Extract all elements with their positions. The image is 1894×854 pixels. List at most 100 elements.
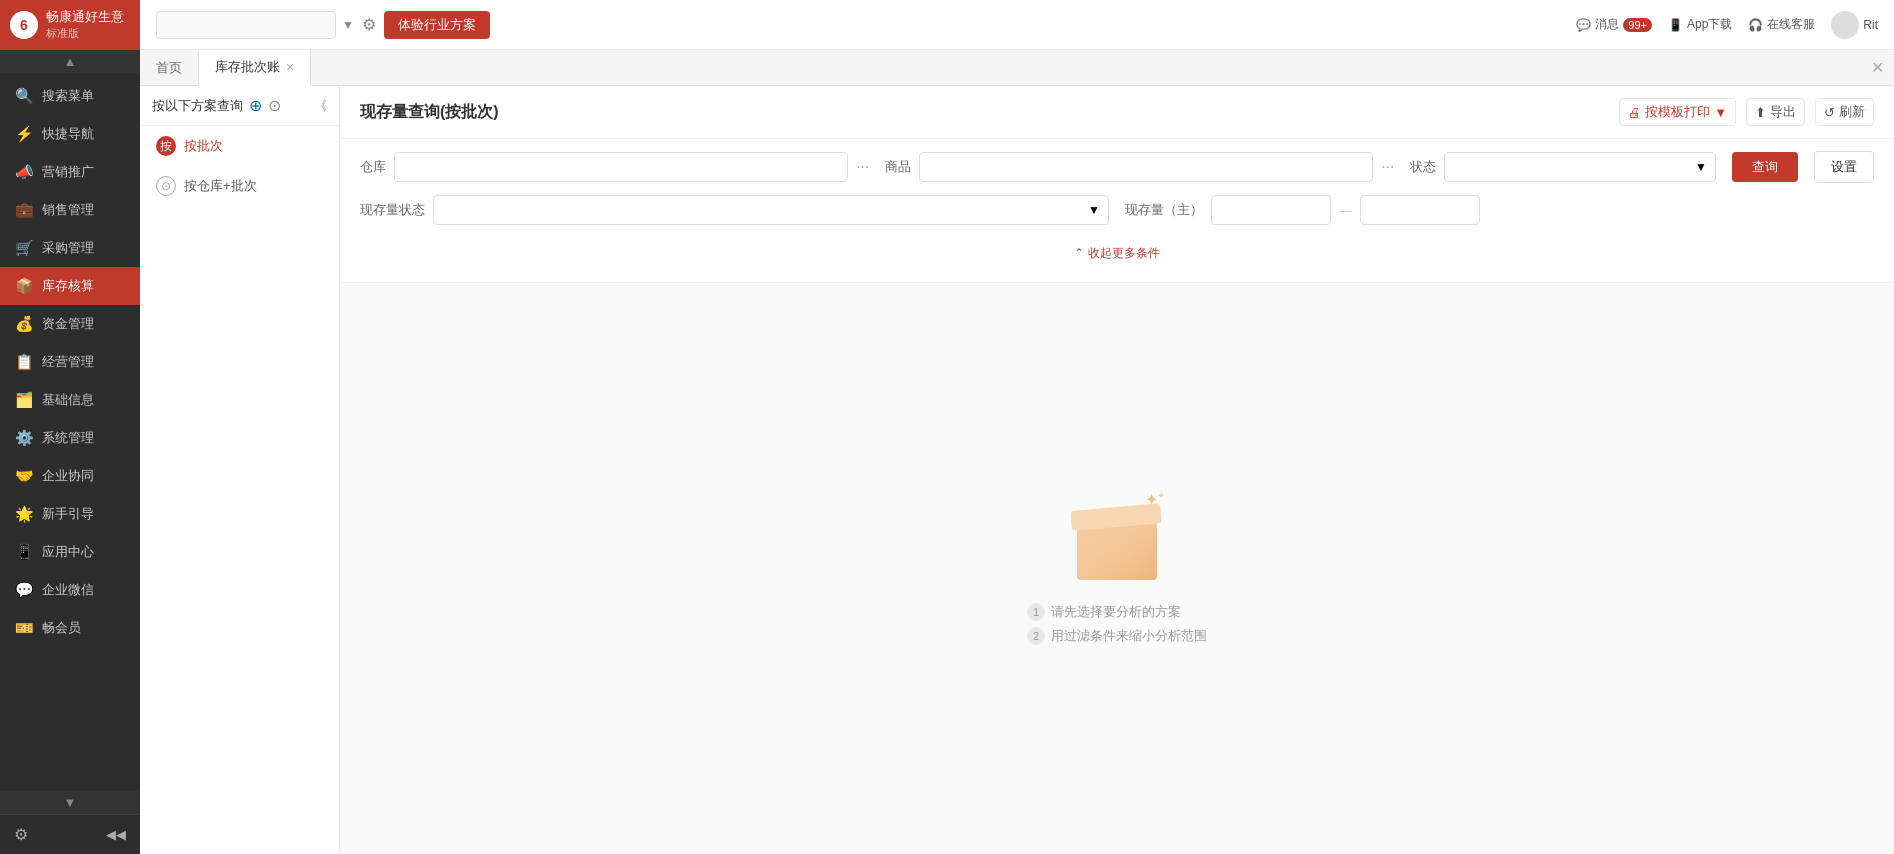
app-title: 畅康通好生意: [46, 9, 124, 26]
sidebar-label-sales: 销售管理: [42, 201, 94, 219]
message-icon: 💬: [1576, 18, 1591, 32]
sidebar-header: 6 畅康通好生意 标准版: [0, 0, 140, 50]
sidebar-item-inventory[interactable]: 📦 库存核算: [0, 267, 140, 305]
left-panel-title: 按以下方案查询: [152, 97, 243, 115]
guide-icon: 🌟: [14, 505, 34, 523]
sidebar-item-member[interactable]: 🎫 畅会员: [0, 609, 140, 647]
warehouse-more-icon[interactable]: ···: [856, 158, 869, 176]
page-actions: 🖨 按模板打印 ▼ ⬆ 导出 ↺ 刷新: [1619, 98, 1874, 126]
stock-status-label: 现存量状态: [360, 201, 425, 219]
sidebar-item-finance[interactable]: 💰 资金管理: [0, 305, 140, 343]
status-label: 状态: [1410, 158, 1436, 176]
stock-status-select[interactable]: ▼: [433, 195, 1109, 225]
tab-close-icon[interactable]: ×: [286, 60, 294, 74]
print-btn[interactable]: 🖨 按模板打印 ▼: [1619, 98, 1736, 126]
sidebar-item-enterprise[interactable]: 🤝 企业协同: [0, 457, 140, 495]
status-select-arrow: ▼: [1695, 160, 1707, 174]
sidebar-item-quick-nav[interactable]: ⚡ 快捷导航: [0, 115, 140, 153]
filter-by-warehouse-batch[interactable]: ⊙ 按仓库+批次: [140, 166, 339, 206]
online-service-label: 在线客服: [1767, 16, 1815, 33]
trial-btn[interactable]: 体验行业方案: [384, 11, 490, 39]
settings-icon[interactable]: ⚙: [14, 825, 28, 844]
main-area: ▼ ⚙ 体验行业方案 💬 消息 99+ 📱 App下载 🎧 在线客服 Rit: [140, 0, 1894, 854]
sidebar-item-guide[interactable]: 🌟 新手引导: [0, 495, 140, 533]
filter-warehouse-batch-label: 按仓库+批次: [184, 177, 257, 195]
topbar-gear-icon[interactable]: ⚙: [362, 15, 376, 34]
product-input[interactable]: [919, 152, 1373, 182]
stock-qty-filter-group: 现存量（主） —: [1125, 195, 1874, 225]
sidebar-item-search[interactable]: 🔍 搜索菜单: [0, 77, 140, 115]
sidebar-label-basic: 基础信息: [42, 391, 94, 409]
status-select[interactable]: ▼: [1444, 152, 1716, 182]
sidebar-item-sales[interactable]: 💼 销售管理: [0, 191, 140, 229]
page-title: 现存量查询(按批次): [360, 102, 1619, 123]
stock-qty-to-input[interactable]: [1360, 195, 1480, 225]
sidebar-item-purchase[interactable]: 🛒 采购管理: [0, 229, 140, 267]
sidebar-item-system[interactable]: ⚙️ 系统管理: [0, 419, 140, 457]
sidebar-scroll-down[interactable]: ▼: [0, 791, 140, 814]
print-label: 按模板打印: [1645, 103, 1710, 121]
sidebar-toggle-icon[interactable]: ◀◀: [106, 827, 126, 842]
user-area[interactable]: Rit: [1831, 11, 1878, 39]
collapse-more-btn[interactable]: ⌃ 收起更多条件: [360, 237, 1874, 270]
sidebar: 6 畅康通好生意 标准版 ▲ 🔍 搜索菜单 ⚡ 快捷导航 📣 营销推广 💼 销售…: [0, 0, 140, 854]
warehouse-input[interactable]: [394, 152, 848, 182]
filter-row-1: 仓库 ··· 商品 ··· 状态 ▼: [360, 151, 1874, 183]
online-service-btn[interactable]: 🎧 在线客服: [1748, 16, 1815, 33]
hint-num-1: 1: [1027, 603, 1045, 621]
query-button[interactable]: 查询: [1732, 152, 1798, 182]
sidebar-item-apps[interactable]: 📱 应用中心: [0, 533, 140, 571]
svg-text:✦: ✦: [1157, 490, 1165, 501]
tab-home[interactable]: 首页: [140, 50, 199, 85]
message-badge: 99+: [1623, 18, 1652, 32]
sidebar-item-ops[interactable]: 📋 经营管理: [0, 343, 140, 381]
config-filter-icon[interactable]: ⊙: [268, 96, 281, 115]
export-label: 导出: [1770, 103, 1796, 121]
sidebar-item-wechat[interactable]: 💬 企业微信: [0, 571, 140, 609]
refresh-icon: ↺: [1824, 105, 1835, 120]
collapse-left-panel-icon[interactable]: 《: [314, 97, 327, 115]
sidebar-scroll-up[interactable]: ▲: [0, 50, 140, 73]
finance-icon: 💰: [14, 315, 34, 333]
left-panel: 按以下方案查询 ⊕ ⊙ 《 按 按批次 ⊙ 按仓库+批次: [140, 86, 340, 854]
headset-icon: 🎧: [1748, 18, 1763, 32]
inventory-icon: 📦: [14, 277, 34, 295]
sidebar-footer: ⚙ ◀◀: [0, 814, 140, 854]
tabs-bar-actions: ✕: [1861, 50, 1894, 85]
message-btn[interactable]: 💬 消息 99+: [1576, 16, 1652, 33]
export-btn[interactable]: ⬆ 导出: [1746, 98, 1805, 126]
stock-qty-from-input[interactable]: [1211, 195, 1331, 225]
app-download-btn[interactable]: 📱 App下载: [1668, 16, 1732, 33]
ops-icon: 📋: [14, 353, 34, 371]
svg-rect-1: [1077, 522, 1157, 580]
app-edition: 标准版: [46, 26, 124, 41]
filter-by-batch[interactable]: 按 按批次: [140, 126, 339, 166]
tab-inventory-batch[interactable]: 库存批次账 ×: [199, 50, 311, 86]
stock-qty-separator: —: [1339, 203, 1352, 218]
close-all-tabs-icon[interactable]: ✕: [1871, 58, 1884, 77]
sidebar-item-marketing[interactable]: 📣 营销推广: [0, 153, 140, 191]
search-menu-icon: 🔍: [14, 87, 34, 105]
product-more-icon[interactable]: ···: [1381, 158, 1394, 176]
sidebar-item-basic[interactable]: 🗂️ 基础信息: [0, 381, 140, 419]
filter-row-2: 现存量状态 ▼ 现存量（主） —: [360, 195, 1874, 225]
username: Rit: [1863, 18, 1878, 32]
apps-icon: 📱: [14, 543, 34, 561]
empty-svg: ✦ ✦: [1057, 487, 1177, 587]
warehouse-label: 仓库: [360, 158, 386, 176]
print-dropdown-icon[interactable]: ▼: [1714, 105, 1727, 120]
sidebar-nav: 🔍 搜索菜单 ⚡ 快捷导航 📣 营销推广 💼 销售管理 🛒 采购管理 📦 库存核…: [0, 73, 140, 791]
system-icon: ⚙️: [14, 429, 34, 447]
add-filter-icon[interactable]: ⊕: [249, 96, 262, 115]
content-area: 按以下方案查询 ⊕ ⊙ 《 按 按批次 ⊙ 按仓库+批次 现存量查询(按批次): [140, 86, 1894, 854]
filter-warehouse-batch-icon: ⊙: [156, 176, 176, 196]
stock-qty-label: 现存量（主）: [1125, 201, 1203, 219]
refresh-btn[interactable]: ↺ 刷新: [1815, 98, 1874, 126]
left-panel-header: 按以下方案查询 ⊕ ⊙ 《: [140, 86, 339, 126]
sidebar-label-marketing: 营销推广: [42, 163, 94, 181]
topbar-left: ▼ ⚙ 体验行业方案: [156, 11, 1566, 39]
topbar-dropdown-icon[interactable]: ▼: [342, 18, 354, 32]
settings-button[interactable]: 设置: [1814, 151, 1874, 183]
topbar-search-input[interactable]: [156, 11, 336, 39]
filter-batch-label: 按批次: [184, 137, 223, 155]
